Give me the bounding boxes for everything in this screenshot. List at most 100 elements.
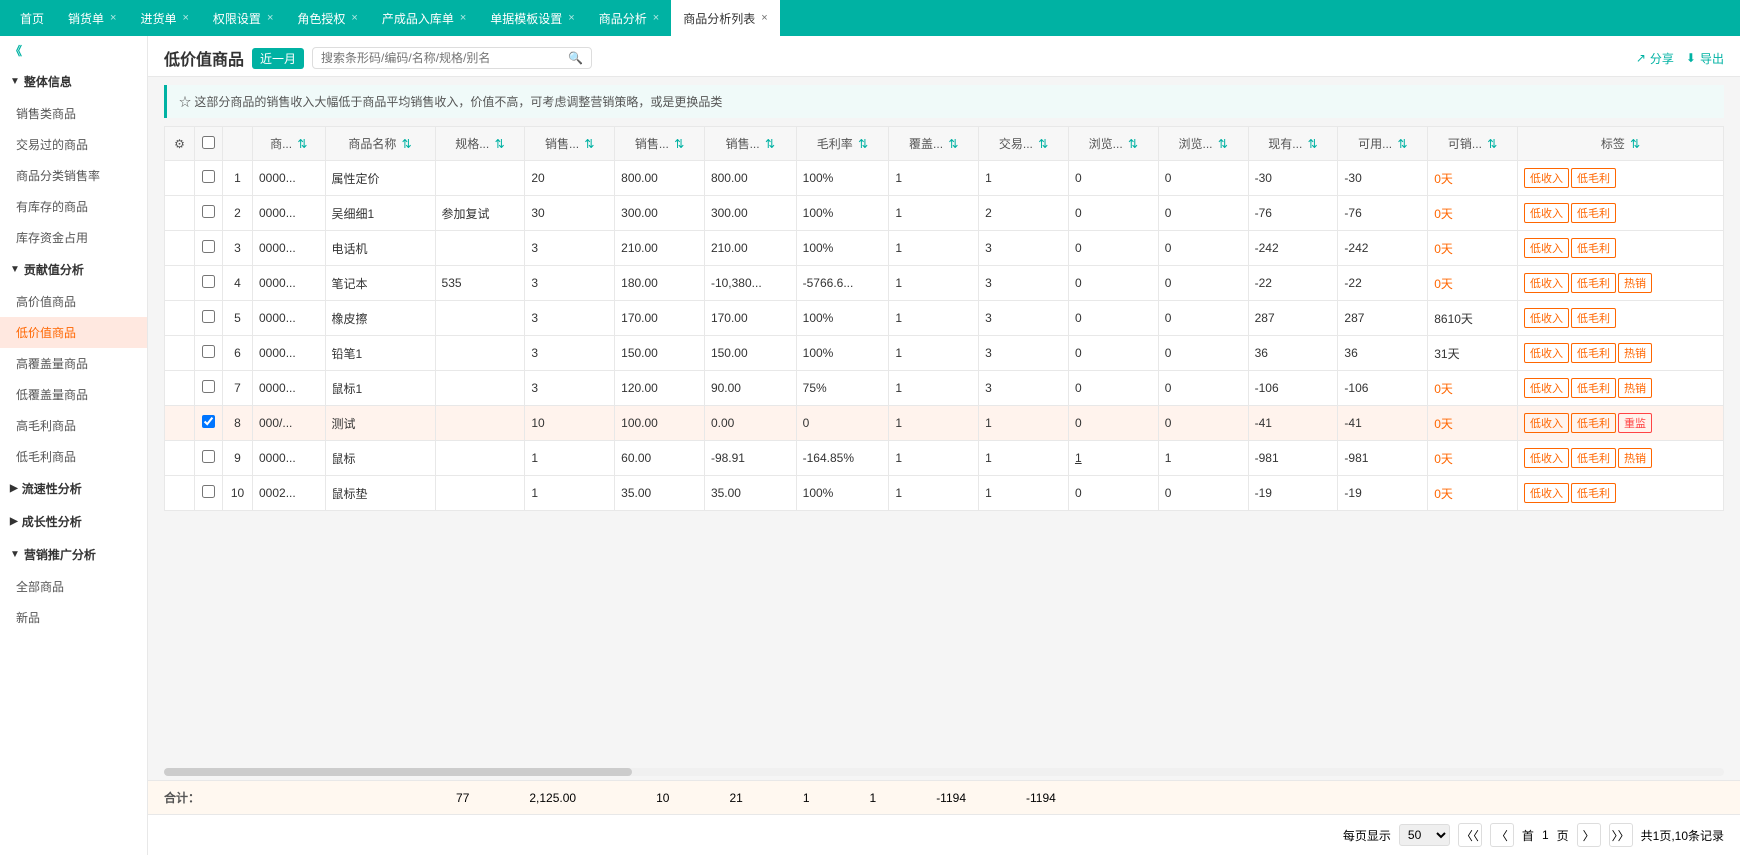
nav-home[interactable]: 首页 [8, 0, 56, 36]
close-icon[interactable]: × [267, 12, 273, 24]
sidebar-item-category-sales-rate[interactable]: 商品分类销售率 [0, 160, 147, 191]
close-icon[interactable]: × [110, 12, 116, 24]
col-sales-profit[interactable]: 销售... ⇅ [704, 127, 796, 161]
sidebar-item-low-margin[interactable]: 低毛利商品 [0, 441, 147, 472]
col-sales-amount[interactable]: 销售... ⇅ [615, 127, 705, 161]
sidebar-item-traded-goods[interactable]: 交易过的商品 [0, 129, 147, 160]
row-checkbox[interactable] [202, 170, 215, 183]
row-view1[interactable]: 1 [1068, 441, 1158, 476]
row-checkbox[interactable] [202, 240, 215, 253]
col-current[interactable]: 现有... ⇅ [1248, 127, 1338, 161]
sidebar-section-marketing[interactable]: ▼ 营销推广分析 [0, 538, 147, 571]
nav-goods-analysis-list[interactable]: 商品分析列表× [671, 0, 779, 36]
col-spec[interactable]: 规格... ⇅ [435, 127, 525, 161]
search-box[interactable]: 🔍 [312, 47, 592, 69]
scrollbar-thumb[interactable] [164, 768, 632, 776]
nav-sales[interactable]: 销货单× [56, 0, 128, 36]
sidebar-item-stock-goods[interactable]: 有库存的商品 [0, 191, 147, 222]
nav-product[interactable]: 产成品入库单× [370, 0, 478, 36]
search-input[interactable] [321, 51, 568, 65]
sidebar-item-low-value[interactable]: 低价值商品 [0, 317, 147, 348]
row-checkbox-cell[interactable] [195, 196, 223, 231]
sidebar-section-contribution[interactable]: ▼ 贡献值分析 [0, 253, 147, 286]
close-icon[interactable]: × [568, 12, 574, 24]
row-checkbox-cell[interactable] [195, 301, 223, 336]
col-settings[interactable]: ⚙ [165, 127, 195, 161]
col-sellable[interactable]: 可销... ⇅ [1428, 127, 1518, 161]
col-checkbox-header[interactable] [195, 127, 223, 161]
sidebar-section-growth[interactable]: ▶ 成长性分析 [0, 505, 147, 538]
sidebar-section-velocity[interactable]: ▶ 流速性分析 [0, 472, 147, 505]
row-checkbox-cell[interactable] [195, 266, 223, 301]
first-page-btn[interactable]: 〈〈 [1458, 823, 1482, 847]
row-checkbox[interactable] [202, 275, 215, 288]
data-table-container[interactable]: ⚙ 商... ⇅ 商品名称 ⇅ 规格... ⇅ 销售... ⇅ 销售... ⇅ … [164, 126, 1724, 768]
sidebar-collapse-btn[interactable]: 《 [0, 36, 147, 65]
row-checkbox-cell[interactable] [195, 161, 223, 196]
row-checkbox[interactable] [202, 345, 215, 358]
table-row[interactable]: 9 0000... 鼠标 1 60.00 -98.91 -164.85% 1 1… [165, 441, 1724, 476]
table-row[interactable]: 6 0000... 铅笔1 3 150.00 150.00 100% 1 3 0… [165, 336, 1724, 371]
close-icon[interactable]: × [460, 12, 466, 24]
row-checkbox-cell[interactable] [195, 441, 223, 476]
col-coverage[interactable]: 覆盖... ⇅ [889, 127, 979, 161]
select-all-checkbox[interactable] [202, 136, 215, 149]
sidebar-section-overall[interactable]: ▼ 整体信息 [0, 65, 147, 98]
table-row[interactable]: 2 0000... 吴细细1 参加复试 30 300.00 300.00 100… [165, 196, 1724, 231]
col-gross-margin[interactable]: 毛利率 ⇅ [796, 127, 889, 161]
row-checkbox-cell[interactable] [195, 336, 223, 371]
col-tags[interactable]: 标签 ⇅ [1518, 127, 1724, 161]
row-checkbox-cell[interactable] [195, 371, 223, 406]
col-name[interactable]: 商品名称 ⇅ [325, 127, 435, 161]
nav-permission[interactable]: 权限设置× [201, 0, 285, 36]
table-row[interactable]: 1 0000... 属性定价 20 800.00 800.00 100% 1 1… [165, 161, 1724, 196]
row-checkbox-cell[interactable] [195, 406, 223, 441]
prev-page-btn[interactable]: 〈 [1490, 823, 1514, 847]
col-sales-qty[interactable]: 销售... ⇅ [525, 127, 615, 161]
row-checkbox[interactable] [202, 205, 215, 218]
nav-purchase[interactable]: 进货单× [128, 0, 200, 36]
row-checkbox[interactable] [202, 415, 215, 428]
table-row[interactable]: 3 0000... 电话机 3 210.00 210.00 100% 1 3 0… [165, 231, 1724, 266]
sidebar-item-high-margin[interactable]: 高毛利商品 [0, 410, 147, 441]
table-row[interactable]: 10 0002... 鼠标垫 1 35.00 35.00 100% 1 1 0 … [165, 476, 1724, 511]
nav-goods-analysis[interactable]: 商品分析× [587, 0, 671, 36]
sidebar-item-new-goods[interactable]: 新品 [0, 602, 147, 633]
table-row[interactable]: 8 000/... 测试 10 100.00 0.00 0 1 1 0 0 -4… [165, 406, 1724, 441]
close-icon[interactable]: × [351, 12, 357, 24]
sidebar-item-high-coverage[interactable]: 高覆盖量商品 [0, 348, 147, 379]
share-button[interactable]: ↗ 分享 [1636, 50, 1674, 67]
per-page-select[interactable]: 50 100 200 [1399, 824, 1450, 846]
row-checkbox[interactable] [202, 380, 215, 393]
period-badge[interactable]: 近一月 [252, 48, 304, 69]
row-checkbox[interactable] [202, 450, 215, 463]
nav-role[interactable]: 角色授权× [285, 0, 369, 36]
table-row[interactable]: 5 0000... 橡皮擦 3 170.00 170.00 100% 1 3 0… [165, 301, 1724, 336]
col-transaction[interactable]: 交易... ⇅ [979, 127, 1069, 161]
next-page-btn[interactable]: 〉 [1577, 823, 1601, 847]
row-checkbox-cell[interactable] [195, 231, 223, 266]
search-icon[interactable]: 🔍 [568, 51, 583, 65]
row-checkbox-cell[interactable] [195, 476, 223, 511]
close-icon[interactable]: × [761, 12, 767, 24]
sidebar-item-high-value[interactable]: 高价值商品 [0, 286, 147, 317]
close-icon[interactable]: × [182, 12, 188, 24]
sidebar-item-sales-goods[interactable]: 销售类商品 [0, 98, 147, 129]
col-code[interactable]: 商... ⇅ [253, 127, 326, 161]
table-row[interactable]: 7 0000... 鼠标1 3 120.00 90.00 75% 1 3 0 0… [165, 371, 1724, 406]
col-available[interactable]: 可用... ⇅ [1338, 127, 1428, 161]
export-button[interactable]: ⬇ 导出 [1686, 50, 1724, 67]
last-page-btn[interactable]: 〉〉 [1609, 823, 1633, 847]
horizontal-scrollbar[interactable] [164, 768, 1724, 776]
row-spec [435, 301, 525, 336]
table-row[interactable]: 4 0000... 笔记本 535 3 180.00 -10,380... -5… [165, 266, 1724, 301]
col-view2[interactable]: 浏览... ⇅ [1158, 127, 1248, 161]
close-icon[interactable]: × [653, 12, 659, 24]
sidebar-item-low-coverage[interactable]: 低覆盖量商品 [0, 379, 147, 410]
col-view1[interactable]: 浏览... ⇅ [1068, 127, 1158, 161]
sidebar-item-all-goods[interactable]: 全部商品 [0, 571, 147, 602]
nav-template[interactable]: 单据模板设置× [478, 0, 586, 36]
row-checkbox[interactable] [202, 310, 215, 323]
row-checkbox[interactable] [202, 485, 215, 498]
sidebar-item-stock-capital[interactable]: 库存资金占用 [0, 222, 147, 253]
